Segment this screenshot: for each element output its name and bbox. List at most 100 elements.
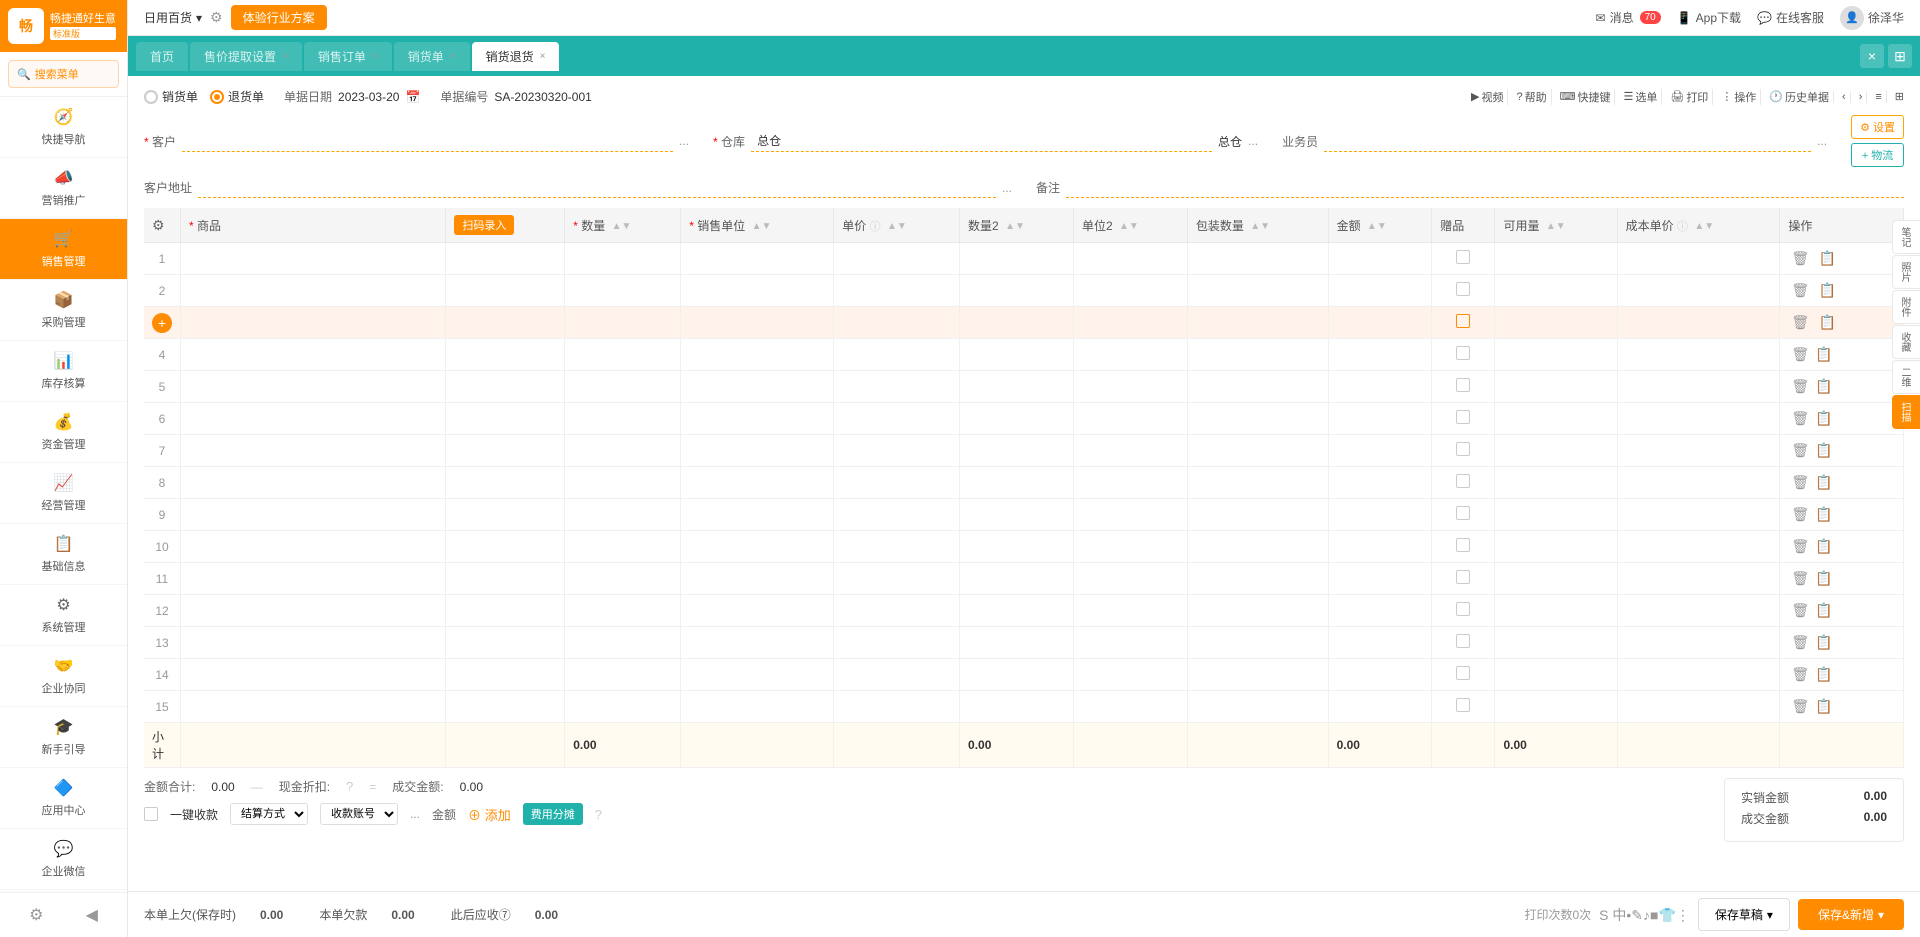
delete-row-button[interactable]: 🗑	[1788, 698, 1812, 715]
gift-checkbox[interactable]	[1456, 346, 1470, 360]
gift-checkbox[interactable]	[1456, 442, 1470, 456]
gift-checkbox[interactable]	[1456, 666, 1470, 680]
delete-row-button[interactable]: 🗑	[1788, 538, 1812, 555]
copy-row-button[interactable]: 📋	[1812, 666, 1835, 683]
copy-row-button[interactable]: 📋	[1816, 314, 1839, 331]
float-scan-btn[interactable]: 扫描	[1892, 395, 1920, 429]
operation-action[interactable]: ⋮ 操作	[1712, 89, 1756, 105]
staff-dots[interactable]: ...	[1817, 134, 1827, 148]
product-cell[interactable]	[181, 531, 446, 563]
delete-row-button[interactable]: 🗑	[1788, 250, 1812, 267]
payment-checkbox[interactable]	[144, 807, 158, 821]
copy-row-button[interactable]: 📋	[1812, 442, 1835, 459]
copy-row-button[interactable]: 📋	[1812, 570, 1835, 587]
tab-close-icon[interactable]: ×	[372, 51, 378, 62]
gift-cell[interactable]	[1432, 243, 1495, 275]
available-sort-icon[interactable]: ▲▼	[1546, 221, 1566, 232]
available-cell[interactable]	[1495, 275, 1617, 307]
discount-help-icon[interactable]: ?	[346, 779, 353, 794]
gift-checkbox[interactable]	[1456, 474, 1470, 488]
sidebar-item-apps[interactable]: 🔷 应用中心	[0, 768, 127, 829]
delete-row-button[interactable]: 🗑	[1788, 442, 1812, 459]
video-action[interactable]: ▶ 视频	[1471, 89, 1503, 105]
float-photo-btn[interactable]: 照片	[1892, 255, 1920, 289]
product-cell[interactable]	[181, 627, 446, 659]
cost-sort-icon[interactable]: ▲▼	[1694, 221, 1714, 232]
sale-unit-cell[interactable]	[681, 275, 834, 307]
shortcut-action[interactable]: ⌨ 快捷键	[1551, 89, 1611, 105]
tab-close-icon[interactable]: ×	[282, 51, 288, 62]
print-action[interactable]: 🖨 打印	[1661, 89, 1708, 105]
gift-checkbox[interactable]	[1456, 250, 1470, 264]
delete-row-button[interactable]: 🗑	[1788, 474, 1812, 491]
qty2-sort-icon[interactable]: ▲▼	[1005, 221, 1025, 232]
sale-unit-sort-icon[interactable]: ▲▼	[752, 221, 772, 232]
product-cell[interactable]	[181, 563, 446, 595]
gift-checkbox[interactable]	[1456, 506, 1470, 520]
scan-button[interactable]: 扫码录入	[454, 215, 514, 235]
notification-group[interactable]: ✉ 消息 70	[1596, 9, 1661, 26]
select-action[interactable]: ☰ 选单	[1614, 89, 1657, 105]
list-view-action[interactable]: ≡	[1866, 91, 1881, 103]
prev-action[interactable]: ‹	[1833, 91, 1846, 103]
gift-checkbox[interactable]	[1456, 314, 1470, 328]
gift-checkbox[interactable]	[1456, 570, 1470, 584]
customer-input[interactable]	[182, 131, 673, 152]
product-cell[interactable]	[181, 659, 446, 691]
sale-unit-cell[interactable]	[681, 243, 834, 275]
product-cell[interactable]	[181, 595, 446, 627]
sidebar-item-enterprise[interactable]: 🤝 企业协同	[0, 646, 127, 707]
price-cell-active[interactable]	[834, 307, 960, 339]
tab-sale-order[interactable]: 销售订单 ×	[304, 42, 392, 71]
unit2-cell[interactable]	[1073, 275, 1187, 307]
settings-button[interactable]: ⚙ 设置	[1851, 115, 1904, 139]
settings-bottom-button[interactable]: ⚙	[25, 901, 47, 929]
product-cell[interactable]	[181, 339, 446, 371]
amount-sort-icon[interactable]: ▲▼	[1367, 221, 1387, 232]
logistics-button[interactable]: + 物流	[1851, 143, 1904, 167]
warehouse-input[interactable]	[751, 131, 1212, 152]
sidebar-item-system[interactable]: ⚙ 系统管理	[0, 585, 127, 646]
copy-row-button[interactable]: 📋	[1812, 474, 1835, 491]
copy-row-button[interactable]: 📋	[1812, 378, 1835, 395]
maximize-tab-button[interactable]: ⊞	[1888, 44, 1912, 68]
copy-row-button[interactable]: 📋	[1816, 282, 1839, 299]
copy-row-button[interactable]: 📋	[1812, 506, 1835, 523]
delete-row-button[interactable]: 🗑	[1788, 282, 1812, 299]
add-row-button[interactable]: +	[152, 313, 172, 333]
account-select[interactable]: 收款账号	[320, 803, 398, 825]
product-cell[interactable]	[181, 499, 446, 531]
unit2-cell[interactable]	[1073, 243, 1187, 275]
topbar-settings-icon[interactable]: ⚙	[210, 9, 223, 26]
qty2-cell[interactable]	[960, 243, 1074, 275]
product-input-active[interactable]	[189, 316, 437, 330]
copy-row-button[interactable]: 📋	[1812, 538, 1835, 555]
add-payment-button[interactable]: ⊕ 添加	[468, 805, 511, 824]
delete-row-button[interactable]: 🗑	[1788, 634, 1812, 651]
amount-cell[interactable]	[1328, 275, 1432, 307]
collapse-bottom-button[interactable]: ◀	[82, 901, 102, 929]
product-cell[interactable]	[181, 691, 446, 723]
save-draft-button[interactable]: 保存草稿 ▾	[1698, 898, 1790, 931]
cost-price-cell[interactable]	[1617, 243, 1780, 275]
tab-home[interactable]: 首页	[136, 42, 188, 71]
topbar-title-dropdown[interactable]: 日用百货 ▾	[144, 9, 202, 26]
delete-row-button[interactable]: 🗑	[1788, 666, 1812, 683]
price-cell[interactable]	[834, 275, 960, 307]
delete-row-button[interactable]: 🗑	[1788, 346, 1812, 363]
note-input[interactable]	[1066, 177, 1904, 198]
delete-row-button[interactable]: 🗑	[1788, 378, 1812, 395]
product-cell[interactable]	[181, 243, 446, 275]
address-input[interactable]	[198, 177, 996, 198]
amount-cell[interactable]	[1328, 243, 1432, 275]
product-cell-active[interactable]	[181, 307, 446, 339]
sidebar-item-purchase[interactable]: 📦 采购管理	[0, 280, 127, 341]
tab-sale-return[interactable]: 销货退货 ×	[472, 42, 560, 71]
available-cell[interactable]	[1495, 243, 1617, 275]
float-qr-btn[interactable]: 二维	[1892, 360, 1920, 394]
gift-checkbox[interactable]	[1456, 602, 1470, 616]
product-cell[interactable]	[181, 403, 446, 435]
online-support-group[interactable]: 💬 在线客服	[1757, 9, 1824, 26]
radio-return[interactable]: 退货单	[210, 88, 264, 105]
delete-row-button[interactable]: 🗑	[1788, 410, 1812, 427]
